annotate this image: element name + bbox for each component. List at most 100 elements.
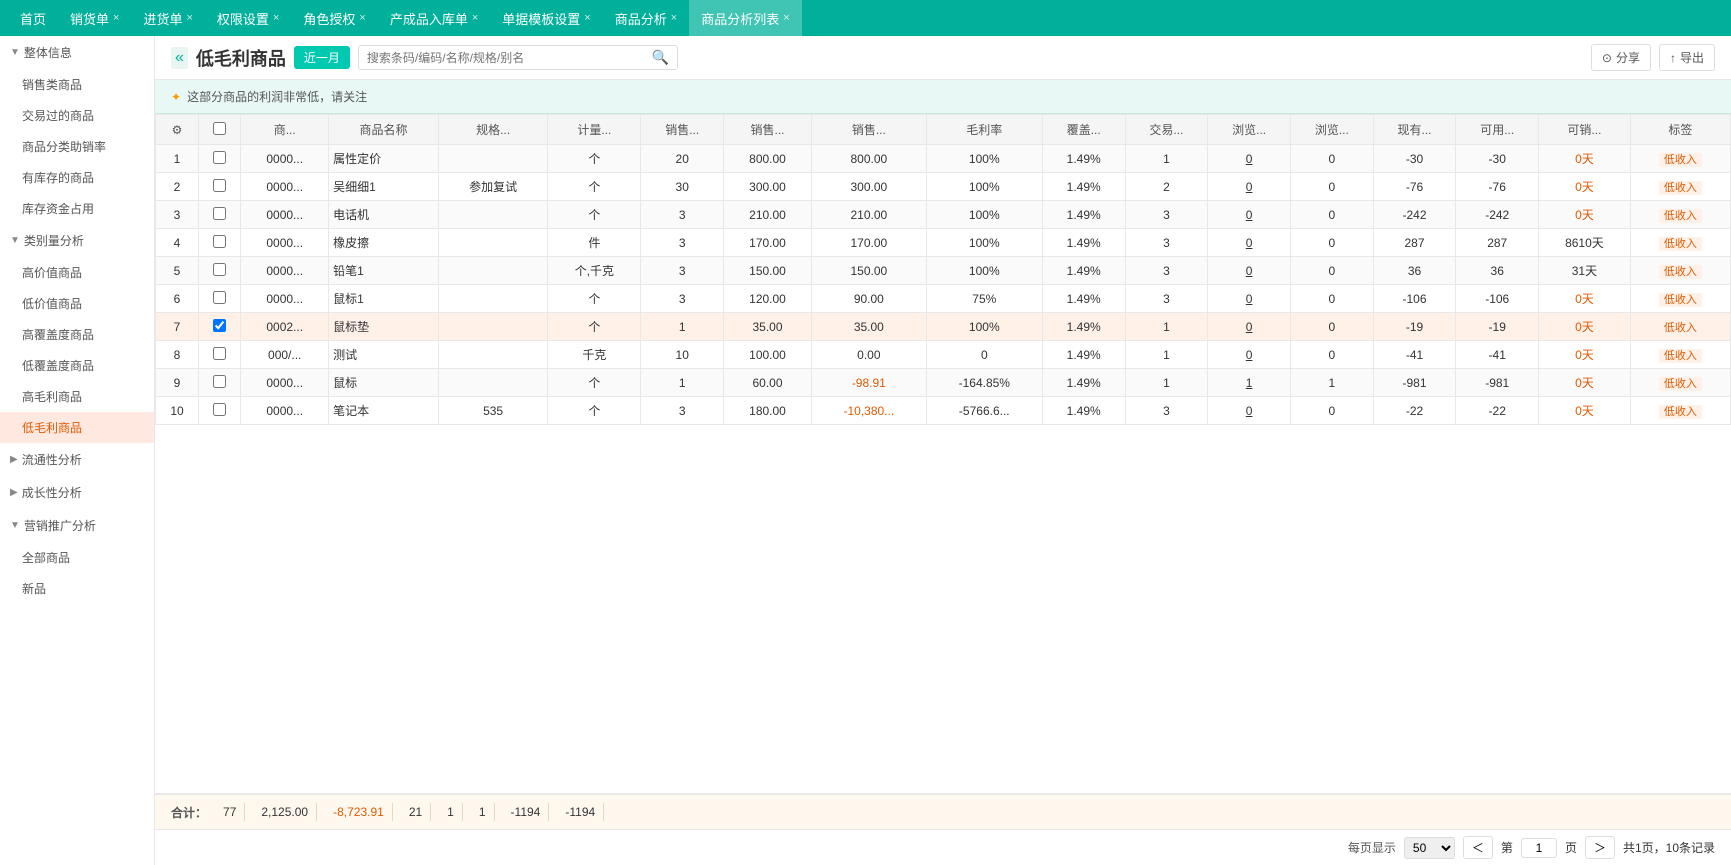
sidebar-item-category-rate[interactable]: 商品分类助销率 — [0, 131, 154, 162]
row-checkbox[interactable] — [198, 145, 240, 173]
export-button[interactable]: ↑ 导出 — [1659, 44, 1715, 71]
pagination-summary: 共1页，10条记录 — [1623, 839, 1715, 856]
nav-item-analysis[interactable]: 商品分析 × — [603, 0, 689, 36]
select-all-checkbox[interactable] — [213, 122, 226, 135]
row-coverage: 1.49% — [1042, 313, 1125, 341]
close-icon-analysis[interactable]: × — [671, 12, 677, 24]
sidebar-item-low-value[interactable]: 低价值商品 — [0, 288, 154, 319]
sidebar-group-growth[interactable]: ▶ 成长性分析 — [0, 476, 154, 509]
nav-item-analysis-list[interactable]: 商品分析列表 × — [689, 0, 801, 36]
sidebar-item-low-margin[interactable]: 低毛利商品 — [0, 412, 154, 443]
row-browse1[interactable]: 0 — [1208, 285, 1291, 313]
row-browse2: 0 — [1290, 145, 1373, 173]
row-browse2: 0 — [1290, 257, 1373, 285]
page-number-input[interactable] — [1521, 838, 1557, 858]
row-unit: 千克 — [548, 341, 641, 369]
sidebar-item-in-stock[interactable]: 有库存的商品 — [0, 162, 154, 193]
footer-label: 合计： — [171, 804, 207, 821]
row-coverage: 1.49% — [1042, 229, 1125, 257]
nav-item-role[interactable]: 角色授权 × — [291, 0, 377, 36]
row-name[interactable]: 属性定价 — [329, 145, 439, 173]
row-browse1[interactable]: 0 — [1208, 257, 1291, 285]
sidebar-item-high-margin[interactable]: 高毛利商品 — [0, 381, 154, 412]
row-name[interactable]: 吴细细1 — [329, 173, 439, 201]
row-name[interactable]: 橡皮擦 — [329, 229, 439, 257]
row-spec — [438, 341, 548, 369]
row-checkbox[interactable] — [198, 201, 240, 229]
close-icon-permission[interactable]: × — [273, 12, 279, 24]
row-sales-qty: 3 — [641, 229, 724, 257]
page-size-select[interactable]: 50 20 100 — [1404, 837, 1455, 859]
close-icon-sales[interactable]: × — [113, 12, 119, 24]
row-browse2: 1 — [1290, 369, 1373, 397]
row-checkbox[interactable] — [198, 341, 240, 369]
row-name[interactable]: 电话机 — [329, 201, 439, 229]
col-tag: 标签 — [1630, 115, 1730, 145]
sidebar-group-overall[interactable]: ▼ 整体信息 — [0, 36, 154, 69]
search-icon[interactable]: 🔍 — [651, 49, 668, 66]
row-sales-price: 170.00 — [724, 229, 812, 257]
sidebar-group-marketing[interactable]: ▼ 营销推广分析 — [0, 509, 154, 542]
row-name[interactable]: 笔记本 — [329, 397, 439, 425]
nav-item-permission[interactable]: 权限设置 × — [205, 0, 291, 36]
sidebar-group-category[interactable]: ▼ 类别量分析 — [0, 224, 154, 257]
sidebar-item-high-coverage[interactable]: 高覆盖度商品 — [0, 319, 154, 350]
sidebar-item-all-goods[interactable]: 全部商品 — [0, 542, 154, 573]
alert-text: 这部分商品的利润非常低，请关注 — [187, 88, 367, 105]
col-name: 商品名称 — [329, 115, 439, 145]
row-browse1[interactable]: 0 — [1208, 341, 1291, 369]
sidebar-item-stock-capital[interactable]: 库存资金占用 — [0, 193, 154, 224]
row-browse1[interactable]: 0 — [1208, 397, 1291, 425]
row-sales-amount: 90.00 — [811, 285, 926, 313]
row-browse1[interactable]: 0 — [1208, 313, 1291, 341]
col-available: 可用... — [1456, 115, 1539, 145]
sidebar-item-sales-goods[interactable]: 销售类商品 — [0, 69, 154, 100]
col-browse2: 浏览... — [1290, 115, 1373, 145]
nav-item-purchase[interactable]: 进货单 × — [131, 0, 204, 36]
row-checkbox[interactable] — [198, 285, 240, 313]
row-browse1[interactable]: 0 — [1208, 173, 1291, 201]
col-checkbox[interactable] — [198, 115, 240, 145]
row-checkbox[interactable] — [198, 313, 240, 341]
nav-item-template[interactable]: 单据模板设置 × — [490, 0, 602, 36]
row-sales-price: 120.00 — [724, 285, 812, 313]
row-browse1[interactable]: 0 — [1208, 229, 1291, 257]
row-checkbox[interactable] — [198, 173, 240, 201]
row-checkbox[interactable] — [198, 229, 240, 257]
row-browse1[interactable]: 0 — [1208, 145, 1291, 173]
row-saleable: 0天 — [1539, 173, 1631, 201]
nav-item-product[interactable]: 产成品入库单 × — [378, 0, 490, 36]
row-name[interactable]: 鼠标垫 — [329, 313, 439, 341]
close-icon-role[interactable]: × — [359, 12, 365, 24]
next-page-button[interactable]: ＞ — [1585, 836, 1615, 859]
prev-page-button[interactable]: ＜ — [1463, 836, 1493, 859]
search-input[interactable] — [367, 51, 652, 65]
row-name[interactable]: 测试 — [329, 341, 439, 369]
col-setting[interactable]: ⚙ — [156, 115, 199, 145]
close-icon-analysis-list[interactable]: × — [783, 12, 789, 24]
close-icon-purchase[interactable]: × — [186, 12, 192, 24]
nav-item-sales[interactable]: 销货单 × — [58, 0, 131, 36]
share-button[interactable]: ⊙ 分享 — [1591, 44, 1651, 71]
row-name[interactable]: 鼠标1 — [329, 285, 439, 313]
row-name[interactable]: 铅笔1 — [329, 257, 439, 285]
sidebar-item-low-coverage[interactable]: 低覆盖度商品 — [0, 350, 154, 381]
row-sales-amount: 210.00 — [811, 201, 926, 229]
row-name[interactable]: 鼠标 — [329, 369, 439, 397]
row-checkbox[interactable] — [198, 369, 240, 397]
collapse-sidebar-button[interactable]: « — [171, 47, 188, 69]
row-current: -242 — [1373, 201, 1456, 229]
sidebar-item-traded-goods[interactable]: 交易过的商品 — [0, 100, 154, 131]
close-icon-product[interactable]: × — [472, 12, 478, 24]
row-checkbox[interactable] — [198, 257, 240, 285]
filter-recent-month-button[interactable]: 近一月 — [294, 46, 350, 69]
sidebar-item-new-goods[interactable]: 新品 — [0, 573, 154, 604]
sidebar-group-circulation[interactable]: ▶ 流通性分析 — [0, 443, 154, 476]
sidebar-item-high-value[interactable]: 高价值商品 — [0, 257, 154, 288]
close-icon-template[interactable]: × — [584, 12, 590, 24]
row-checkbox[interactable] — [198, 397, 240, 425]
table-row: 4 0000... 橡皮擦 件 3 170.00 170.00 100% 1.4… — [156, 229, 1731, 257]
nav-item-home[interactable]: 首页 — [8, 0, 58, 36]
row-browse1[interactable]: 1 — [1208, 369, 1291, 397]
row-browse1[interactable]: 0 — [1208, 201, 1291, 229]
